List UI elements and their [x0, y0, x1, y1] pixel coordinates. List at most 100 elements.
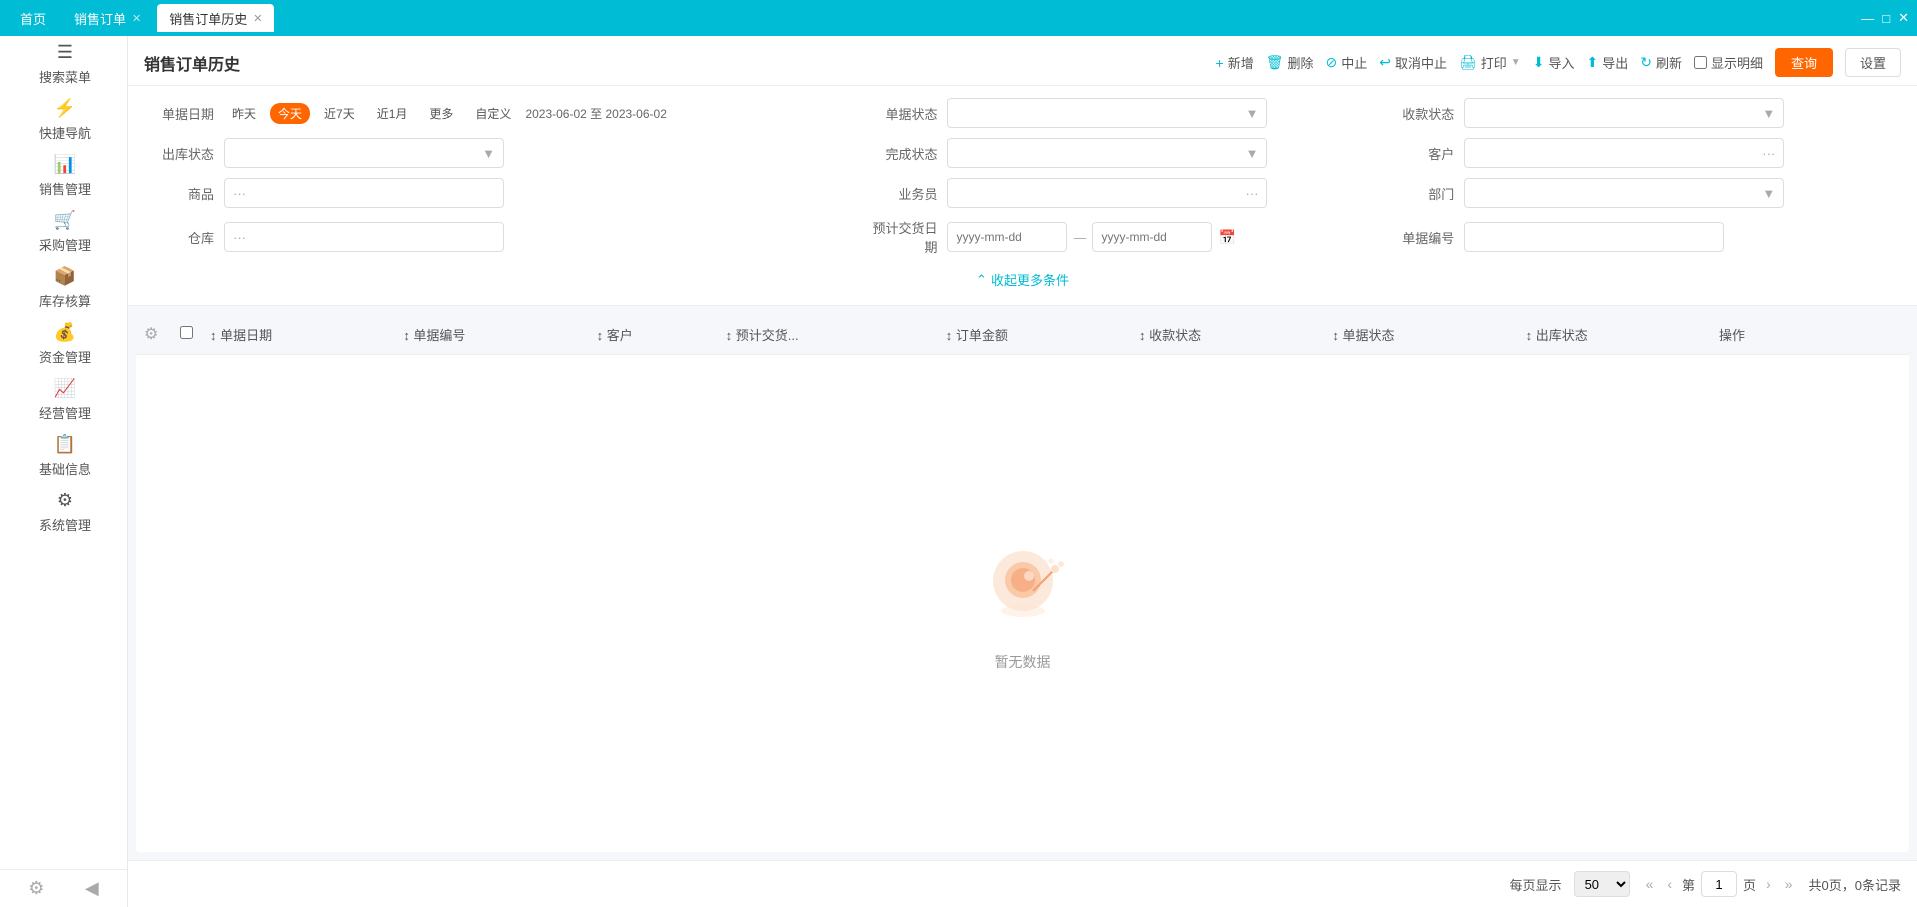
first-page-button[interactable]: « [1642, 874, 1658, 894]
order-number-input[interactable] [1464, 222, 1724, 252]
new-icon: + [1216, 55, 1224, 71]
minimize-icon[interactable]: — [1861, 11, 1874, 26]
sidebar-collapse-icon[interactable]: ◀ [85, 878, 99, 899]
th-delivery-date: ↕ 预计交货... [718, 314, 938, 355]
prev-page-button[interactable]: ‹ [1663, 874, 1676, 894]
sidebar-item-search-menu[interactable]: ☰ 搜索菜单 [0, 36, 127, 92]
salesperson-dots[interactable]: ··· [1245, 186, 1258, 201]
customer-input[interactable]: ··· [1464, 138, 1784, 168]
export-button[interactable]: ⬆ 导出 [1586, 53, 1628, 72]
tab-sales-order-history-close[interactable]: ✕ [253, 12, 262, 25]
th-settings: ⚙ [136, 314, 172, 355]
cancel-stop-icon: ↩ [1379, 54, 1391, 71]
th-amount-label: ↕ 订单金额 [946, 328, 1008, 343]
sidebar-item-purchase[interactable]: 🛒 采购管理 [0, 204, 127, 260]
tab-sales-order[interactable]: 销售订单 ✕ [62, 4, 153, 32]
filter-col-payment-status: 收款状态 ▼ [1384, 98, 1901, 128]
date-separator: — [1073, 230, 1086, 245]
th-date-label: ↕ 单据日期 [210, 328, 272, 343]
filter-col-salesperson: 业务员 ··· [867, 178, 1384, 208]
delivery-date-start[interactable] [947, 222, 1067, 252]
sidebar-item-basic[interactable]: 📋 基础信息 [0, 428, 127, 484]
calendar-icon[interactable]: 📅 [1218, 229, 1235, 246]
tag-custom[interactable]: 自定义 [467, 103, 519, 124]
tag-yesterday[interactable]: 昨天 [224, 103, 264, 124]
tab-sales-order-close[interactable]: ✕ [132, 12, 141, 25]
table-header: ⚙ ↕ 单据日期 ↕ 单据编号 ↕ 客户 [136, 314, 1909, 355]
th-date: ↕ 单据日期 [202, 314, 395, 355]
warehouse-dots[interactable]: ··· [233, 230, 246, 245]
sidebar-item-sales[interactable]: 📊 销售管理 [0, 148, 127, 204]
collapse-row[interactable]: ⌃ 收起更多条件 [144, 266, 1901, 293]
payment-status-select[interactable]: ▼ [1464, 98, 1784, 128]
quick-nav-icon: ⚡ [54, 98, 76, 119]
salesperson-input[interactable]: ··· [947, 178, 1267, 208]
tag-today[interactable]: 今天 [270, 103, 310, 124]
tag-more[interactable]: 更多 [421, 103, 461, 124]
complete-select[interactable]: ▼ [947, 138, 1267, 168]
last-page-button[interactable]: » [1781, 874, 1797, 894]
sidebar-item-label: 快捷导航 [39, 123, 91, 142]
th-action-label: 操作 [1719, 328, 1745, 343]
inventory-icon: 📦 [54, 266, 76, 287]
import-button[interactable]: ⬇ 导入 [1533, 53, 1575, 72]
display-toggle[interactable]: 显示明细 [1694, 53, 1763, 72]
page-size-select[interactable]: 50 10 20 100 [1574, 871, 1630, 897]
sidebar-item-finance[interactable]: 💰 资金管理 [0, 316, 127, 372]
sidebar-settings-icon[interactable]: ⚙ [28, 878, 44, 899]
sidebar-item-label: 搜索菜单 [39, 67, 91, 86]
finance-icon: 💰 [54, 322, 76, 343]
refresh-icon: ↻ [1640, 54, 1652, 71]
tag-1month[interactable]: 近1月 [369, 103, 416, 124]
new-button[interactable]: + 新增 [1216, 53, 1254, 72]
next-page-button[interactable]: › [1762, 874, 1775, 894]
product-dots[interactable]: ··· [233, 186, 246, 201]
tag-7days[interactable]: 近7天 [316, 103, 363, 124]
th-order-status-label: ↕ 单据状态 [1332, 328, 1394, 343]
print-button[interactable]: 🖨 打印 ▼ [1459, 53, 1521, 72]
display-toggle-checkbox[interactable] [1694, 56, 1707, 69]
filter-row-1: 单据日期 昨天 今天 近7天 近1月 更多 自定义 2023-06-02 至 2… [144, 98, 1901, 128]
settings-button[interactable]: 设置 [1845, 48, 1901, 77]
warehouse-input[interactable]: ··· [224, 222, 504, 252]
outbound-select[interactable]: ▼ [224, 138, 504, 168]
page-input[interactable] [1701, 871, 1737, 897]
customer-dots[interactable]: ··· [1762, 146, 1775, 161]
column-settings-icon[interactable]: ⚙ [144, 326, 158, 343]
th-order-status: ↕ 单据状态 [1324, 314, 1517, 355]
stop-button[interactable]: ⊘ 中止 [1326, 53, 1368, 72]
collapse-label: 收起更多条件 [991, 270, 1069, 289]
th-number-label: ↕ 单据编号 [403, 328, 465, 343]
th-checkbox [172, 314, 202, 355]
delete-button[interactable]: 🗑 删除 [1266, 53, 1314, 72]
page-size-label: 每页显示 [1510, 875, 1562, 894]
refresh-button[interactable]: ↻ 刷新 [1640, 53, 1682, 72]
filter-col-order-number: 单据编号 [1384, 222, 1901, 252]
sidebar-item-label: 基础信息 [39, 459, 91, 478]
date-range-text: 2023-06-02 至 2023-06-02 [525, 105, 666, 122]
th-customer-label: ↕ 客户 [597, 328, 633, 343]
sidebar-item-operation[interactable]: 📈 经营管理 [0, 372, 127, 428]
sidebar-item-quick-nav[interactable]: ⚡ 快捷导航 [0, 92, 127, 148]
header-row: ⚙ ↕ 单据日期 ↕ 单据编号 ↕ 客户 [136, 314, 1909, 355]
department-select[interactable]: ▼ [1464, 178, 1784, 208]
query-button[interactable]: 查询 [1775, 48, 1833, 77]
cancel-stop-button[interactable]: ↩ 取消中止 [1379, 53, 1447, 72]
tab-sales-order-history[interactable]: 销售订单历史 ✕ [157, 4, 274, 32]
page-header: 销售订单历史 + 新增 🗑 删除 ⊘ 中止 ↩ 取消中止 [128, 36, 1917, 86]
collapse-arrow-icon: ⌃ [976, 272, 987, 288]
stop-icon: ⊘ [1326, 54, 1338, 71]
page-nav: « ‹ 第 页 › » [1642, 871, 1797, 897]
maximize-icon[interactable]: □ [1882, 11, 1890, 26]
product-input[interactable]: ··· [224, 178, 504, 208]
window-close-icon[interactable]: ✕ [1898, 10, 1909, 26]
order-status-select[interactable]: ▼ [947, 98, 1267, 128]
sidebar-item-inventory[interactable]: 📦 库存核算 [0, 260, 127, 316]
delivery-date-end[interactable] [1092, 222, 1212, 252]
tab-home[interactable]: 首页 [8, 4, 58, 32]
content-area: 销售订单历史 + 新增 🗑 删除 ⊘ 中止 ↩ 取消中止 [128, 36, 1917, 907]
filter-col-delivery-date: 预计交货日期 — 📅 [867, 218, 1384, 256]
salesperson-label: 业务员 [867, 184, 947, 203]
sidebar-item-system[interactable]: ⚙ 系统管理 [0, 484, 127, 540]
select-all-checkbox[interactable] [180, 326, 193, 339]
